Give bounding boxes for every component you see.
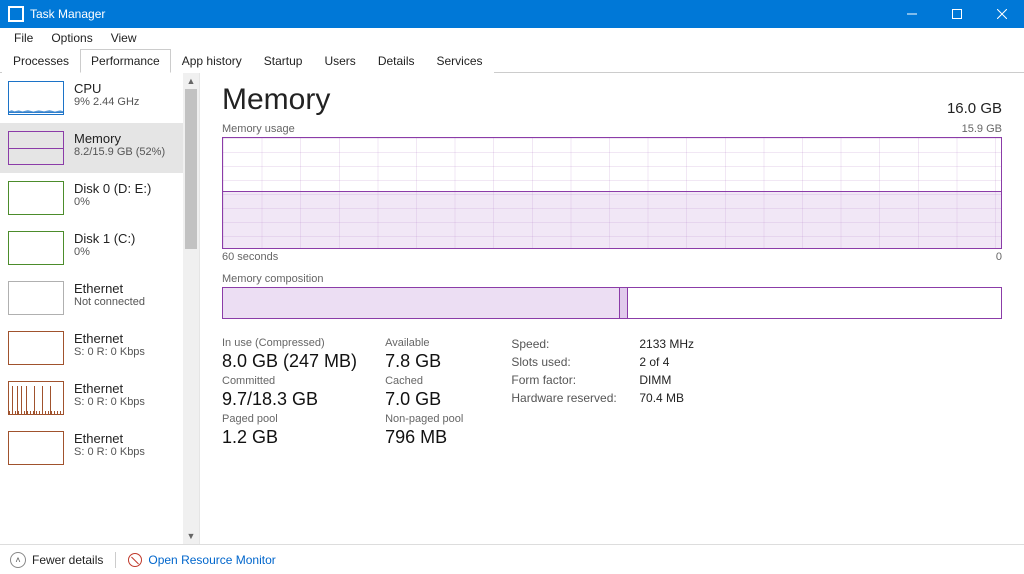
cached-label: Cached xyxy=(385,375,463,387)
chevron-up-icon: ˄ xyxy=(10,552,26,568)
composition-label: Memory composition xyxy=(222,273,1002,285)
sidebar-disk1-sub: 0% xyxy=(74,246,135,258)
inuse-label: In use (Compressed) xyxy=(222,337,357,349)
form-value: DIMM xyxy=(639,373,694,387)
resource-monitor-icon xyxy=(128,553,142,567)
scroll-down-icon[interactable]: ▼ xyxy=(183,528,199,544)
sidebar-item-eth0[interactable]: EthernetNot connected xyxy=(0,273,199,323)
fewer-details-label: Fewer details xyxy=(32,553,103,567)
tab-startup[interactable]: Startup xyxy=(253,49,314,73)
memory-usage-fill xyxy=(223,191,1001,248)
disk1-thumbnail xyxy=(8,231,64,265)
composition-modified xyxy=(620,288,628,318)
paged-label: Paged pool xyxy=(222,413,357,425)
footer-divider xyxy=(115,552,116,568)
tab-performance[interactable]: Performance xyxy=(80,49,171,73)
app-icon xyxy=(8,6,24,22)
tabstrip: Processes Performance App history Startu… xyxy=(0,48,1024,73)
slots-value: 2 of 4 xyxy=(639,355,694,369)
tab-users[interactable]: Users xyxy=(313,49,366,73)
composition-used xyxy=(223,288,620,318)
sidebar-eth1-sub: S: 0 R: 0 Kbps xyxy=(74,346,145,358)
hw-value: 70.4 MB xyxy=(639,391,694,405)
minimize-button[interactable] xyxy=(889,0,934,28)
speed-value: 2133 MHz xyxy=(639,337,694,351)
cpu-thumbnail xyxy=(8,81,64,115)
nonpaged-value: 796 MB xyxy=(385,427,463,448)
memory-usage-chart xyxy=(222,137,1002,249)
menubar: File Options View xyxy=(0,28,1024,48)
tab-processes[interactable]: Processes xyxy=(2,49,80,73)
nonpaged-label: Non-paged pool xyxy=(385,413,463,425)
sidebar-mem-sub: 8.2/15.9 GB (52%) xyxy=(74,146,165,158)
menu-options[interactable]: Options xyxy=(43,29,100,47)
sidebar-item-eth1[interactable]: EthernetS: 0 R: 0 Kbps xyxy=(0,323,199,373)
sidebar-mem-title: Memory xyxy=(74,131,165,146)
speed-key: Speed: xyxy=(511,337,631,351)
sidebar-eth2-sub: S: 0 R: 0 Kbps xyxy=(74,396,145,408)
available-value: 7.8 GB xyxy=(385,351,463,372)
memory-composition-chart xyxy=(222,287,1002,319)
hw-key: Hardware reserved: xyxy=(511,391,631,405)
usage-label: Memory usage xyxy=(222,123,295,135)
sidebar-eth0-title: Ethernet xyxy=(74,281,145,296)
open-resource-monitor-label: Open Resource Monitor xyxy=(148,553,275,567)
committed-label: Committed xyxy=(222,375,357,387)
available-label: Available xyxy=(385,337,463,349)
sidebar-item-disk1[interactable]: Disk 1 (C:)0% xyxy=(0,223,199,273)
disk0-thumbnail xyxy=(8,181,64,215)
sidebar-item-disk0[interactable]: Disk 0 (D: E:)0% xyxy=(0,173,199,223)
sidebar-item-cpu[interactable]: CPU9% 2.44 GHz xyxy=(0,73,199,123)
fewer-details-button[interactable]: ˄ Fewer details xyxy=(10,552,103,568)
eth1-thumbnail xyxy=(8,331,64,365)
tab-app-history[interactable]: App history xyxy=(171,49,253,73)
sidebar-eth2-title: Ethernet xyxy=(74,381,145,396)
sidebar-cpu-sub: 9% 2.44 GHz xyxy=(74,96,139,108)
sidebar-disk1-title: Disk 1 (C:) xyxy=(74,231,135,246)
sidebar-item-eth3[interactable]: EthernetS: 0 R: 0 Kbps xyxy=(0,423,199,473)
open-resource-monitor-link[interactable]: Open Resource Monitor xyxy=(128,553,275,567)
scroll-up-icon[interactable]: ▲ xyxy=(183,73,199,89)
scroll-thumb[interactable] xyxy=(185,89,197,249)
memory-thumbnail xyxy=(8,131,64,165)
sidebar: CPU9% 2.44 GHz Memory8.2/15.9 GB (52%) D… xyxy=(0,73,200,544)
sidebar-eth1-title: Ethernet xyxy=(74,331,145,346)
window-title: Task Manager xyxy=(30,7,105,21)
inuse-value: 8.0 GB (247 MB) xyxy=(222,351,357,372)
close-button[interactable] xyxy=(979,0,1024,28)
stats-area: In use (Compressed) 8.0 GB (247 MB) Avail… xyxy=(222,337,1002,448)
sidebar-item-eth2[interactable]: EthernetS: 0 R: 0 Kbps xyxy=(0,373,199,423)
menu-view[interactable]: View xyxy=(103,29,145,47)
eth3-thumbnail xyxy=(8,431,64,465)
paged-value: 1.2 GB xyxy=(222,427,357,448)
composition-free xyxy=(628,288,1001,318)
sidebar-cpu-title: CPU xyxy=(74,81,139,96)
detail-title: Memory xyxy=(222,83,330,117)
detail-capacity: 16.0 GB xyxy=(947,100,1002,117)
sidebar-disk0-sub: 0% xyxy=(74,196,151,208)
sidebar-eth0-sub: Not connected xyxy=(74,296,145,308)
axis-left: 60 seconds xyxy=(222,251,278,263)
sidebar-disk0-title: Disk 0 (D: E:) xyxy=(74,181,151,196)
committed-value: 9.7/18.3 GB xyxy=(222,389,357,410)
eth0-thumbnail xyxy=(8,281,64,315)
tab-details[interactable]: Details xyxy=(367,49,426,73)
slots-key: Slots used: xyxy=(511,355,631,369)
maximize-button[interactable] xyxy=(934,0,979,28)
form-key: Form factor: xyxy=(511,373,631,387)
titlebar: Task Manager xyxy=(0,0,1024,28)
sidebar-eth3-title: Ethernet xyxy=(74,431,145,446)
tab-services[interactable]: Services xyxy=(426,49,494,73)
sidebar-item-memory[interactable]: Memory8.2/15.9 GB (52%) xyxy=(0,123,199,173)
cached-value: 7.0 GB xyxy=(385,389,463,410)
eth2-thumbnail xyxy=(8,381,64,415)
main-area: CPU9% 2.44 GHz Memory8.2/15.9 GB (52%) D… xyxy=(0,73,1024,544)
sidebar-scrollbar[interactable]: ▲ ▼ xyxy=(183,73,199,544)
detail-pane: Memory 16.0 GB Memory usage 15.9 GB 60 s… xyxy=(200,73,1024,544)
menu-file[interactable]: File xyxy=(6,29,41,47)
usage-max: 15.9 GB xyxy=(962,123,1002,135)
sidebar-eth3-sub: S: 0 R: 0 Kbps xyxy=(74,446,145,458)
axis-right: 0 xyxy=(996,251,1002,263)
footer: ˄ Fewer details Open Resource Monitor xyxy=(0,544,1024,574)
